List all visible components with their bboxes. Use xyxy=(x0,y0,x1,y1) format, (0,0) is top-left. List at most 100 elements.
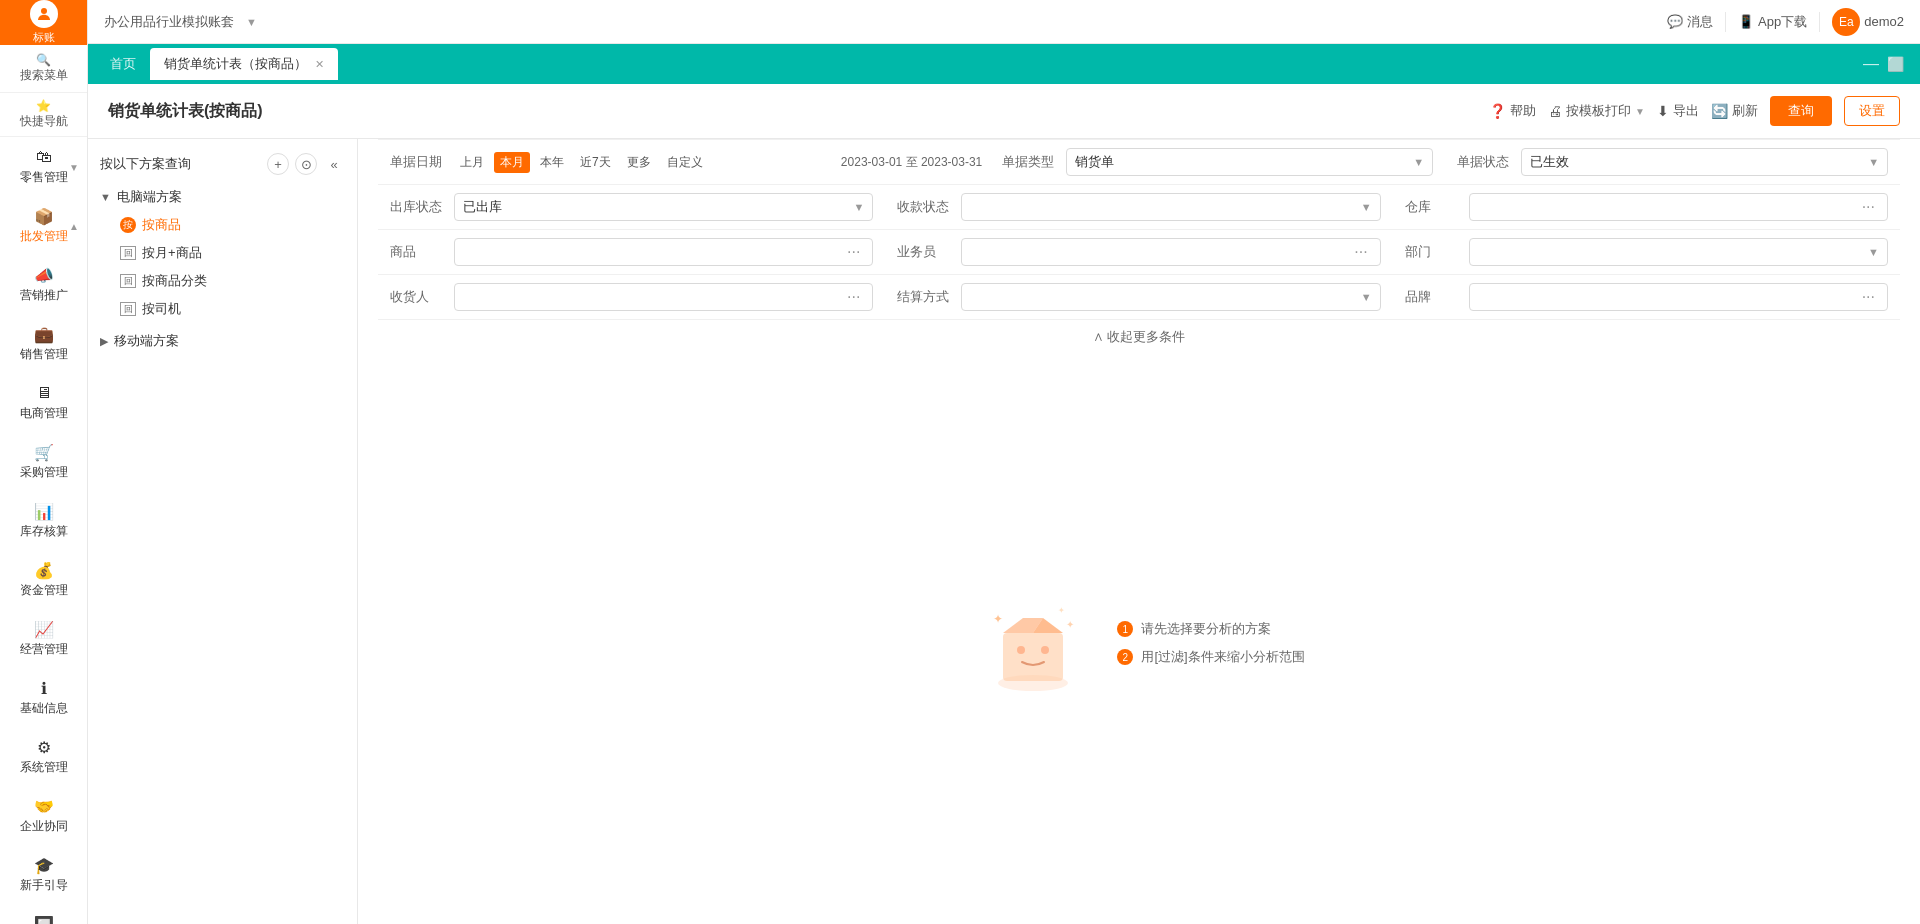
scheme-item-by-product[interactable]: 按 按商品 xyxy=(88,211,357,239)
date-btn-more[interactable]: 更多 xyxy=(621,152,657,173)
query-button[interactable]: 查询 xyxy=(1770,96,1832,126)
sidebar-item-apps[interactable]: 🔲 应用中心 xyxy=(0,904,87,924)
page-title: 销货单统计表(按商品) xyxy=(108,101,263,134)
salesperson-input[interactable]: ··· xyxy=(961,238,1380,266)
tab-sales-stat[interactable]: 销货单统计表（按商品） ✕ xyxy=(150,48,338,80)
export-button[interactable]: ⬇ 导出 xyxy=(1657,102,1699,120)
filter-row-2: 出库状态 已出库 ▼ 收款状态 ▼ xyxy=(378,184,1900,229)
minimize-icon[interactable]: — xyxy=(1863,55,1879,73)
collapse-scheme-button[interactable]: « xyxy=(323,153,345,175)
empty-text-list: 1 请先选择要分析的方案 2 用[过滤]条件来缩小分析范围 xyxy=(1117,620,1304,666)
collapse-filter-button[interactable]: ∧ 收起更多条件 xyxy=(378,319,1900,354)
quick-nav[interactable]: ⭐ 快捷导航 xyxy=(0,93,87,137)
bill-type-select[interactable]: 销货单 ▼ xyxy=(1066,148,1433,176)
outstock-select[interactable]: 已出库 ▼ xyxy=(454,193,873,221)
select-arrow-icon: ▼ xyxy=(1413,156,1424,168)
salesperson-dots-icon[interactable]: ··· xyxy=(1350,243,1371,261)
dots-icon[interactable]: ··· xyxy=(1858,198,1879,216)
group-expand-icon: ▼ xyxy=(100,191,111,203)
sidebar-item-basic[interactable]: ℹ 基础信息 xyxy=(0,668,87,727)
app-download-button[interactable]: 📱 App下载 xyxy=(1738,13,1807,31)
help-button[interactable]: ❓ 帮助 xyxy=(1489,102,1536,120)
sidebar-item-corp[interactable]: 🤝 企业协同 xyxy=(0,786,87,845)
add-scheme-button[interactable]: + xyxy=(267,153,289,175)
sidebar: 标账 🔍 搜索菜单 ⭐ 快捷导航 🛍 零售管理 ▼ 📦 批发管理 ▲ 📣 营销推… xyxy=(0,0,88,924)
sidebar-item-ecommerce[interactable]: 🖥 电商管理 xyxy=(0,373,87,432)
maximize-icon[interactable]: ⬜ xyxy=(1887,56,1904,72)
filter-cell-warehouse: 仓库 ··· xyxy=(1393,193,1900,221)
scheme-item-by-month-product[interactable]: 回 按月+商品 xyxy=(88,239,357,267)
date-btn-this-year[interactable]: 本年 xyxy=(534,152,570,173)
marketing-icon: 📣 xyxy=(34,265,54,285)
svg-text:✦: ✦ xyxy=(1066,619,1074,630)
brand-dots-icon[interactable]: ··· xyxy=(1858,288,1879,306)
payment-arrow-icon: ▼ xyxy=(1361,201,1372,213)
receiver-dots-icon[interactable]: ··· xyxy=(843,288,864,306)
payment-method-select[interactable]: ▼ xyxy=(961,283,1380,311)
sidebar-item-finance[interactable]: 💰 资金管理 xyxy=(0,550,87,609)
scheme-item-by-driver[interactable]: 回 按司机 xyxy=(88,295,357,323)
logo-icon xyxy=(30,0,58,28)
svg-point-0 xyxy=(41,8,47,14)
retail-icon: 🛍 xyxy=(34,147,54,167)
filters-and-content: 单据日期 上月 本月 本年 近7天 更多 自定义 xyxy=(358,139,1920,924)
sidebar-item-retail[interactable]: 🛍 零售管理 ▼ xyxy=(0,137,87,196)
filter-cell-payment: 收款状态 ▼ xyxy=(885,193,1392,221)
dept-arrow-icon: ▼ xyxy=(1868,246,1879,258)
search-menu[interactable]: 🔍 搜索菜单 xyxy=(0,45,87,93)
sidebar-item-purchase[interactable]: 🛒 采购管理 xyxy=(0,432,87,491)
date-btn-7days[interactable]: 近7天 xyxy=(574,152,617,173)
dept-select[interactable]: ▼ xyxy=(1469,238,1888,266)
tabbar: 首页 销货单统计表（按商品） ✕ — ⬜ xyxy=(88,44,1920,84)
date-btn-last-month[interactable]: 上月 xyxy=(454,152,490,173)
group-collapsed-icon: ▶ xyxy=(100,335,108,348)
sidebar-item-sales[interactable]: 💼 销售管理 xyxy=(0,314,87,373)
date-btn-custom[interactable]: 自定义 xyxy=(661,152,709,173)
receiver-input[interactable]: ··· xyxy=(454,283,873,311)
bill-status-select[interactable]: 已生效 ▼ xyxy=(1521,148,1888,176)
print-arrow-icon: ▼ xyxy=(1635,106,1645,117)
message-icon: 💬 xyxy=(1667,14,1683,29)
filter-cell-outstock: 出库状态 已出库 ▼ xyxy=(378,193,885,221)
product-input[interactable]: ··· xyxy=(454,238,873,266)
inventory-icon: 📊 xyxy=(34,501,54,521)
sidebar-item-newbie[interactable]: 🎓 新手引导 xyxy=(0,845,87,904)
tab-home[interactable]: 首页 xyxy=(96,48,150,80)
filter-cell-salesperson: 业务员 ··· xyxy=(885,238,1392,266)
filter-row-3: 商品 ··· 业务员 ··· 部门 xyxy=(378,229,1900,274)
help-icon: ❓ xyxy=(1489,103,1506,119)
warehouse-input[interactable]: ··· xyxy=(1469,193,1888,221)
scheme-group-header-mobile[interactable]: ▶ 移动端方案 xyxy=(88,327,357,355)
payment-status-select[interactable]: ▼ xyxy=(961,193,1380,221)
message-button[interactable]: 💬 消息 xyxy=(1667,13,1713,31)
sidebar-item-inventory[interactable]: 📊 库存核算 xyxy=(0,491,87,550)
outstock-arrow-icon: ▼ xyxy=(853,201,864,213)
date-btn-this-month[interactable]: 本月 xyxy=(494,152,530,173)
product-dots-icon[interactable]: ··· xyxy=(843,243,864,261)
edit-scheme-button[interactable]: ⊙ xyxy=(295,153,317,175)
empty-state: ✦ ✦ ✦ 1 请先选择要分析的方案 2 用[过滤]条件来缩小分析范围 xyxy=(358,362,1920,924)
sidebar-item-system[interactable]: ⚙ 系统管理 xyxy=(0,727,87,786)
settings-button[interactable]: 设置 xyxy=(1844,96,1900,126)
sidebar-item-marketing[interactable]: 📣 营销推广 xyxy=(0,255,87,314)
scheme-group-mobile: ▶ 移动端方案 xyxy=(88,327,357,355)
apps-icon: 🔲 xyxy=(34,914,54,924)
template-print-button[interactable]: 🖨 按模板打印 ▼ xyxy=(1548,102,1645,120)
user-menu[interactable]: Ea demo2 xyxy=(1832,8,1904,36)
scheme-item-by-cat[interactable]: 回 按商品分类 xyxy=(88,267,357,295)
page-header: 销货单统计表(按商品) ❓ 帮助 🖨 按模板打印 ▼ ⬇ 导出 🔄 刷新 xyxy=(88,84,1920,139)
date-shortcuts: 上月 本月 本年 近7天 更多 自定义 xyxy=(454,152,709,173)
sidebar-item-operation[interactable]: 📈 经营管理 xyxy=(0,609,87,668)
sales-icon: 💼 xyxy=(34,324,54,344)
sidebar-item-wholesale[interactable]: 📦 批发管理 ▲ xyxy=(0,196,87,255)
page-content: 销货单统计表(按商品) ❓ 帮助 🖨 按模板打印 ▼ ⬇ 导出 🔄 刷新 xyxy=(88,84,1920,924)
tab-close-icon[interactable]: ✕ xyxy=(315,58,324,71)
svg-text:✦: ✦ xyxy=(993,612,1003,626)
brand-input[interactable]: ··· xyxy=(1469,283,1888,311)
chevron-up-icon: ▲ xyxy=(69,220,79,231)
select-arrow-icon2: ▼ xyxy=(1868,156,1879,168)
svg-point-4 xyxy=(1041,646,1049,654)
main-area: 办公用品行业模拟账套 ▼ 💬 消息 📱 App下载 Ea demo2 首页 销货… xyxy=(88,0,1920,924)
scheme-group-header-desktop[interactable]: ▼ 电脑端方案 xyxy=(88,183,357,211)
refresh-button[interactable]: 🔄 刷新 xyxy=(1711,102,1758,120)
